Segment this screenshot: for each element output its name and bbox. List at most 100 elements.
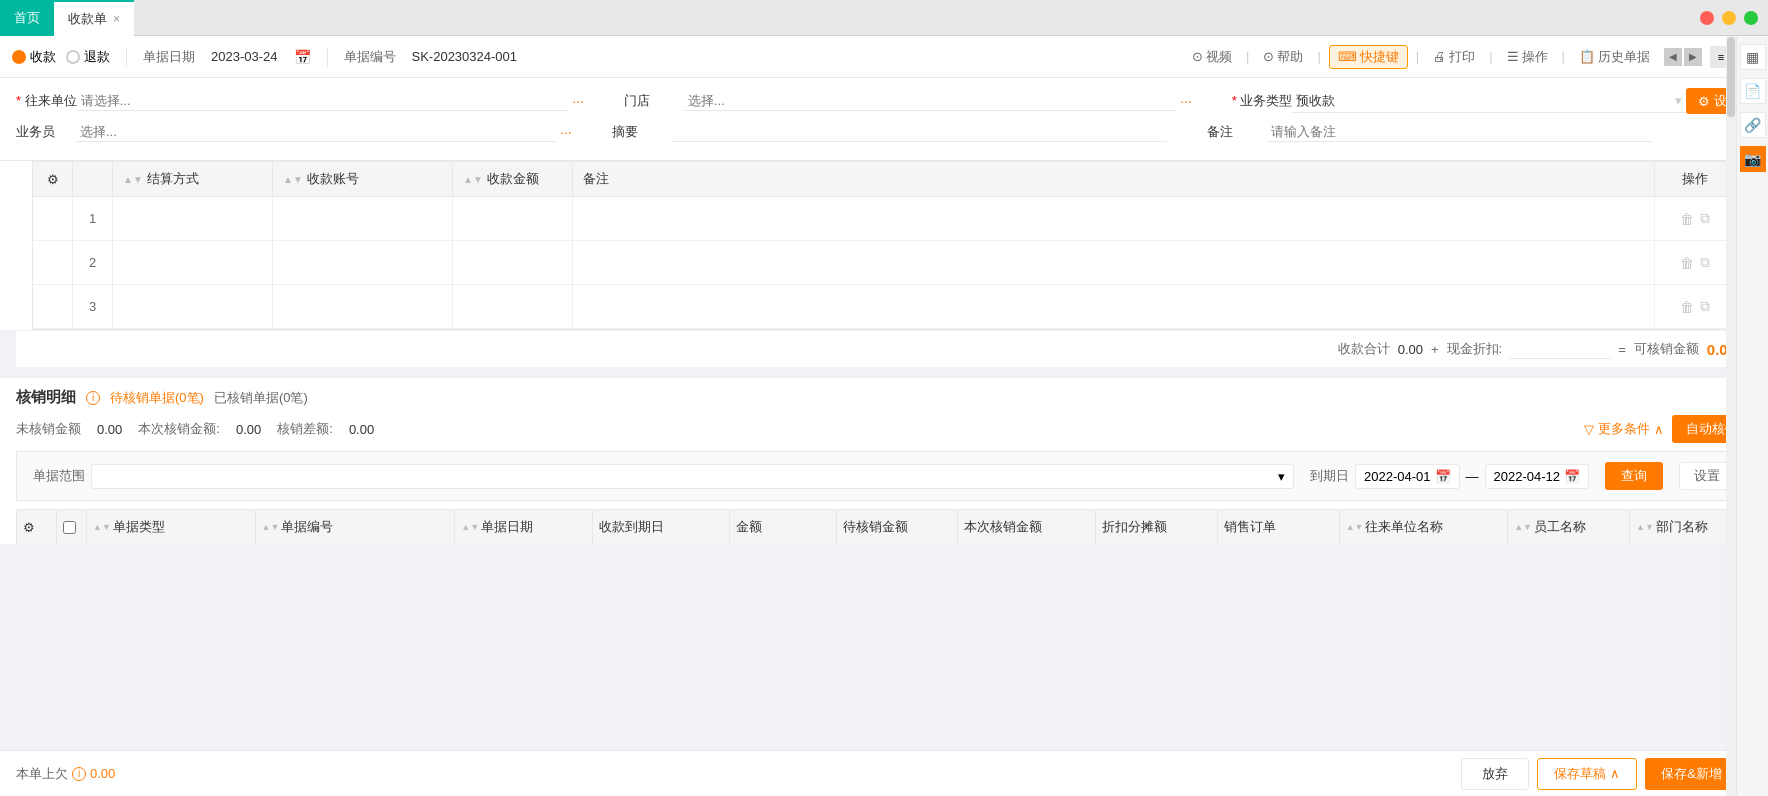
help-btn[interactable]: ⊙ 帮助 [1257, 46, 1309, 68]
win-close-btn[interactable] [1700, 11, 1714, 25]
history-btn[interactable]: 📋 历史单据 [1573, 46, 1656, 68]
diff-value: 0.00 [349, 422, 374, 437]
table-gear[interactable]: ⚙ [33, 162, 73, 196]
scroll-track[interactable] [1726, 36, 1736, 796]
radio-refund[interactable]: 退款 [66, 48, 110, 66]
delete-icon-3[interactable]: 🗑 [1680, 299, 1694, 315]
tab-receipt-label: 收款单 [68, 10, 107, 28]
bsort-3: ▲▼ [461, 522, 479, 532]
td-account-1[interactable] [273, 197, 453, 240]
remark-input[interactable] [1267, 122, 1652, 142]
td-remark-1[interactable] [573, 197, 1655, 240]
staff-more-icon[interactable]: ··· [560, 124, 572, 140]
date-from-input[interactable]: 2022-04-01 📅 [1355, 464, 1460, 489]
query-btn[interactable]: 查询 [1605, 462, 1663, 490]
td-remark-2[interactable] [573, 241, 1655, 284]
nav-next[interactable]: ▶ [1684, 48, 1702, 66]
copy-icon-1[interactable]: ⧉ [1700, 210, 1710, 227]
staff-field: 业务员 ··· [16, 122, 572, 142]
partner-more-icon[interactable]: ··· [572, 93, 584, 109]
abstract-input[interactable] [672, 122, 1168, 142]
bth-order: 销售订单 [1218, 510, 1340, 544]
btable-header: ⚙ ▲▼ 单据类型 ▲▼ 单据编号 ▲▼ 单据日期 收款到期日 金额 待核销金额… [16, 509, 1752, 544]
bsort-6: ▲▼ [1636, 522, 1654, 532]
side-doc-icon[interactable]: 📄 [1740, 78, 1766, 104]
shortcut-btn[interactable]: ⌨ 快捷键 [1329, 45, 1408, 69]
radio-refund-circle [66, 50, 80, 64]
td-settlement-2[interactable] [113, 241, 273, 284]
bth-number: ▲▼ 单据编号 [256, 510, 456, 544]
partner-field: 往来单位 ··· [16, 91, 584, 111]
td-settlement-1[interactable] [113, 197, 273, 240]
copy-icon-2[interactable]: ⧉ [1700, 254, 1710, 271]
abandon-btn[interactable]: 放弃 [1461, 758, 1529, 790]
td-action-1: 🗑 ⧉ [1655, 197, 1735, 240]
bottom-info-icon[interactable]: i [72, 767, 86, 781]
copy-icon-3[interactable]: ⧉ [1700, 298, 1710, 315]
bth-due: 收款到期日 [593, 510, 730, 544]
td-account-3[interactable] [273, 285, 453, 328]
shortcut-label: 快捷键 [1360, 48, 1399, 66]
radio-receipt[interactable]: 收款 [12, 48, 56, 66]
discount-input[interactable] [1510, 339, 1610, 359]
td-remark-3[interactable] [573, 285, 1655, 328]
bsort-5: ▲▼ [1514, 522, 1532, 532]
summary-row: 收款合计 0.00 + 现金折扣: = 可核销金额 0.00 [16, 330, 1752, 367]
win-min-btn[interactable] [1722, 11, 1736, 25]
date-to-input[interactable]: 2022-04-12 📅 [1485, 464, 1590, 489]
bth-gear[interactable]: ⚙ [17, 510, 57, 544]
th-account-label: 收款账号 [307, 170, 359, 188]
side-table-icon[interactable]: ▦ [1740, 44, 1766, 70]
print-btn[interactable]: 🖨 打印 [1427, 46, 1481, 68]
business-select[interactable]: 预收款 ▾ [1292, 90, 1686, 113]
store-more-icon[interactable]: ··· [1180, 93, 1192, 109]
td-settlement-3[interactable] [113, 285, 273, 328]
store-input[interactable] [684, 91, 1176, 111]
draft-btn[interactable]: 保存草稿 ∧ [1537, 758, 1637, 790]
done-tab[interactable]: 已核销单据(0笔) [214, 389, 308, 407]
business-value: 预收款 [1296, 92, 1335, 110]
th-settlement: ▲▼ 结算方式 [113, 162, 273, 196]
td-gear-3 [33, 285, 73, 328]
tab-close-icon[interactable]: × [113, 12, 120, 26]
operate-btn[interactable]: ☰ 操作 [1501, 46, 1554, 68]
bth-staff-label: 员工名称 [1534, 518, 1586, 536]
pending-tab[interactable]: 待核销单据(0笔) [110, 389, 204, 407]
bth-discount-label: 折扣分摊额 [1102, 518, 1167, 536]
range-field: 单据范围 ▾ [33, 464, 1294, 489]
form-row-2: 业务员 ··· 摘要 备注 [16, 122, 1752, 142]
td-amount-1[interactable] [453, 197, 573, 240]
verif-info-icon[interactable]: i [86, 391, 100, 405]
video-icon: ⊙ [1192, 49, 1203, 64]
tab-receipt[interactable]: 收款单 × [54, 0, 134, 36]
td-amount-2[interactable] [453, 241, 573, 284]
partner-input[interactable] [77, 91, 569, 111]
select-all-checkbox[interactable] [63, 521, 76, 534]
scroll-thumb[interactable] [1727, 37, 1735, 117]
bsort-1: ▲▼ [93, 522, 111, 532]
bth-order-label: 销售订单 [1224, 518, 1276, 536]
radio-refund-label: 退款 [84, 48, 110, 66]
win-max-btn[interactable] [1744, 11, 1758, 25]
nav-prev[interactable]: ◀ [1664, 48, 1682, 66]
video-btn[interactable]: ⊙ 视频 [1186, 46, 1238, 68]
more-conditions-btn[interactable]: ▽ 更多条件 ∧ [1584, 420, 1664, 438]
td-amount-3[interactable] [453, 285, 573, 328]
delete-icon-1[interactable]: 🗑 [1680, 211, 1694, 227]
td-num-3: 3 [73, 285, 113, 328]
sort-icon-2: ▲▼ [283, 174, 303, 185]
bth-checkbox[interactable] [57, 510, 87, 544]
range-select[interactable]: ▾ [91, 464, 1294, 489]
abstract-field: 摘要 [612, 122, 1168, 142]
unchecked-value: 0.00 [97, 422, 122, 437]
delete-icon-2[interactable]: 🗑 [1680, 255, 1694, 271]
tab-home[interactable]: 首页 [0, 0, 54, 36]
td-account-2[interactable] [273, 241, 453, 284]
th-remark-label: 备注 [583, 170, 609, 188]
date-separator: — [1466, 469, 1479, 484]
calendar-icon[interactable]: 📅 [294, 49, 311, 65]
side-camera-icon[interactable]: 📷 [1740, 146, 1766, 172]
staff-input[interactable] [76, 122, 556, 142]
verif-settings-label: 设置 [1694, 468, 1720, 483]
side-link-icon[interactable]: 🔗 [1740, 112, 1766, 138]
